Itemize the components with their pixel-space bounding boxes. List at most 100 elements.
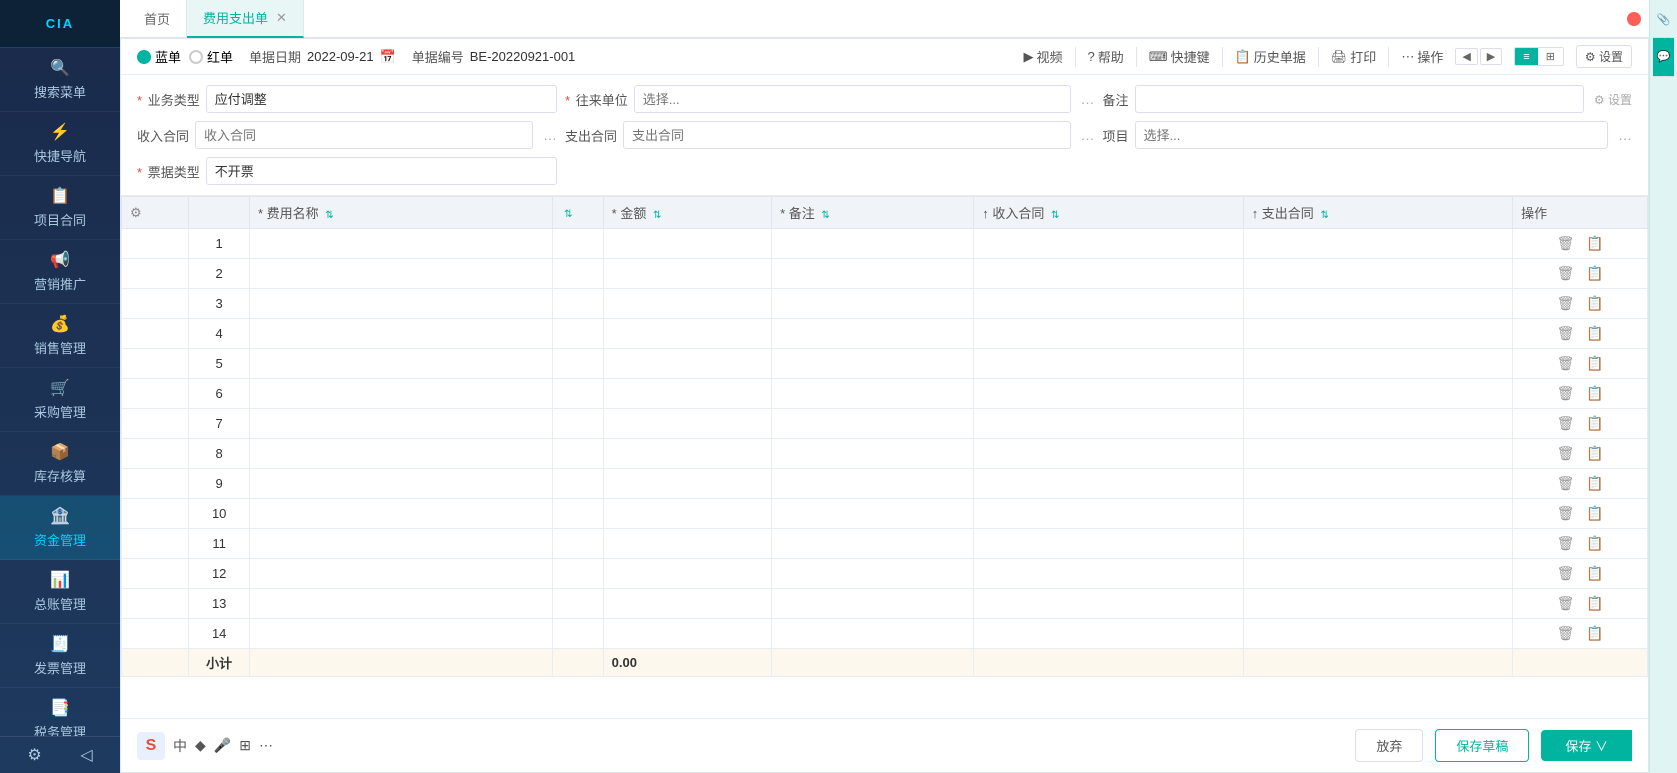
income-contract-more[interactable]: … bbox=[543, 127, 557, 143]
view-grid-button[interactable]: ⊞ bbox=[1538, 48, 1563, 65]
row-amount-cell[interactable] bbox=[603, 319, 771, 349]
row-expense-contract-cell[interactable] bbox=[1243, 379, 1512, 409]
copy-row-button[interactable]: 📋 bbox=[1582, 533, 1607, 554]
copy-row-button[interactable]: 📋 bbox=[1582, 323, 1607, 344]
red-radio[interactable] bbox=[189, 50, 203, 64]
remark-set-icon[interactable]: ⚙ 设置 bbox=[1594, 91, 1632, 108]
delete-row-button[interactable]: 🗑 bbox=[1553, 383, 1579, 404]
view-list-button[interactable]: ≡ bbox=[1515, 48, 1537, 65]
right-panel-attach[interactable]: 📎 bbox=[1653, 0, 1674, 38]
row-note-cell[interactable] bbox=[772, 439, 974, 469]
col-settings-header[interactable]: ⚙ bbox=[122, 197, 189, 229]
row-note-cell[interactable] bbox=[772, 619, 974, 649]
row-note-cell[interactable] bbox=[772, 229, 974, 259]
row-expense-contract-cell[interactable] bbox=[1243, 559, 1512, 589]
shortcut-action[interactable]: ⌨ 快捷键 bbox=[1149, 47, 1210, 66]
row-expense-contract-cell[interactable] bbox=[1243, 289, 1512, 319]
row-amount-cell[interactable] bbox=[603, 229, 771, 259]
help-action[interactable]: ? 帮助 bbox=[1088, 47, 1124, 66]
volume-icon[interactable]: ◁ bbox=[80, 745, 92, 765]
row-expense-contract-cell[interactable] bbox=[1243, 319, 1512, 349]
col-sort-header[interactable]: ⇅ bbox=[553, 197, 604, 229]
income-contract-input[interactable] bbox=[195, 121, 533, 149]
copy-row-button[interactable]: 📋 bbox=[1582, 443, 1607, 464]
expense-contract-input[interactable] bbox=[623, 121, 1070, 149]
row-expense-contract-cell[interactable] bbox=[1243, 229, 1512, 259]
row-expense-name-cell[interactable] bbox=[249, 289, 552, 319]
row-expense-name-cell[interactable] bbox=[249, 439, 552, 469]
row-amount-cell[interactable] bbox=[603, 379, 771, 409]
sidebar-item-accounting[interactable]: 📊 总账管理 bbox=[0, 560, 120, 624]
copy-row-button[interactable]: 📋 bbox=[1582, 293, 1607, 314]
col-amount-header[interactable]: * 金额 ⇅ bbox=[603, 197, 771, 229]
row-income-contract-cell[interactable] bbox=[974, 259, 1243, 289]
row-income-contract-cell[interactable] bbox=[974, 349, 1243, 379]
row-amount-cell[interactable] bbox=[603, 409, 771, 439]
row-note-cell[interactable] bbox=[772, 349, 974, 379]
sort-icon5[interactable]: ⇅ bbox=[1051, 210, 1059, 221]
save-button[interactable]: 保存 ∨ bbox=[1541, 730, 1632, 761]
copy-row-button[interactable]: 📋 bbox=[1582, 353, 1607, 374]
row-income-contract-cell[interactable] bbox=[974, 499, 1243, 529]
row-expense-name-cell[interactable] bbox=[249, 529, 552, 559]
row-expense-name-cell[interactable] bbox=[249, 319, 552, 349]
project-more[interactable]: … bbox=[1618, 127, 1632, 143]
blue-radio[interactable] bbox=[137, 50, 151, 64]
settings-bottom-icon[interactable]: ⚙ bbox=[27, 745, 41, 765]
delete-row-button[interactable]: 🗑 bbox=[1553, 413, 1579, 434]
copy-row-button[interactable]: 📋 bbox=[1582, 563, 1607, 584]
copy-row-button[interactable]: 📋 bbox=[1582, 473, 1607, 494]
blue-bill-option[interactable]: 蓝单 bbox=[137, 47, 181, 66]
row-expense-name-cell[interactable] bbox=[249, 559, 552, 589]
delete-row-button[interactable]: 🗑 bbox=[1553, 473, 1579, 494]
sidebar-item-project[interactable]: 📋 项目合同 bbox=[0, 176, 120, 240]
sidebar-item-search[interactable]: 🔍 搜索菜单 bbox=[0, 48, 120, 112]
sidebar-item-shortcut[interactable]: ⚡ 快捷导航 bbox=[0, 112, 120, 176]
row-income-contract-cell[interactable] bbox=[974, 529, 1243, 559]
delete-row-button[interactable]: 🗑 bbox=[1553, 233, 1579, 254]
delete-row-button[interactable]: 🗑 bbox=[1553, 563, 1579, 584]
row-income-contract-cell[interactable] bbox=[974, 619, 1243, 649]
tab-close-icon[interactable]: ✕ bbox=[276, 10, 287, 26]
delete-row-button[interactable]: 🗑 bbox=[1553, 263, 1579, 284]
row-income-contract-cell[interactable] bbox=[974, 589, 1243, 619]
row-expense-contract-cell[interactable] bbox=[1243, 499, 1512, 529]
row-note-cell[interactable] bbox=[772, 469, 974, 499]
row-amount-cell[interactable] bbox=[603, 559, 771, 589]
sort-icon6[interactable]: ⇅ bbox=[1320, 210, 1328, 221]
row-expense-name-cell[interactable] bbox=[249, 409, 552, 439]
row-expense-name-cell[interactable] bbox=[249, 619, 552, 649]
row-note-cell[interactable] bbox=[772, 499, 974, 529]
sort-icon3[interactable]: ⇅ bbox=[653, 210, 661, 221]
print-action[interactable]: 🖨 打印 bbox=[1331, 47, 1377, 66]
tab-expense[interactable]: 费用支出单 ✕ bbox=[187, 0, 304, 38]
row-amount-cell[interactable] bbox=[603, 619, 771, 649]
sidebar-item-purchase[interactable]: 🛒 采购管理 bbox=[0, 368, 120, 432]
delete-row-button[interactable]: 🗑 bbox=[1553, 623, 1579, 644]
col-expense-name-header[interactable]: * 费用名称 ⇅ bbox=[249, 197, 552, 229]
delete-row-button[interactable]: 🗑 bbox=[1553, 533, 1579, 554]
row-note-cell[interactable] bbox=[772, 319, 974, 349]
row-amount-cell[interactable] bbox=[603, 349, 771, 379]
red-bill-option[interactable]: 红单 bbox=[189, 47, 233, 66]
row-income-contract-cell[interactable] bbox=[974, 379, 1243, 409]
row-expense-contract-cell[interactable] bbox=[1243, 469, 1512, 499]
row-amount-cell[interactable] bbox=[603, 289, 771, 319]
sidebar-item-inventory[interactable]: 📦 库存核算 bbox=[0, 432, 120, 496]
window-close-button[interactable] bbox=[1627, 12, 1641, 26]
row-expense-contract-cell[interactable] bbox=[1243, 529, 1512, 559]
row-amount-cell[interactable] bbox=[603, 439, 771, 469]
invoice-type-select[interactable]: 不开票 bbox=[206, 157, 557, 185]
sort-icon[interactable]: ⇅ bbox=[325, 210, 333, 221]
row-income-contract-cell[interactable] bbox=[974, 409, 1243, 439]
partner-more-icon[interactable]: … bbox=[1081, 91, 1095, 107]
partner-input[interactable] bbox=[634, 85, 1071, 113]
col-note-header[interactable]: * 备注 ⇅ bbox=[772, 197, 974, 229]
row-expense-name-cell[interactable] bbox=[249, 499, 552, 529]
col-expense-contract-header[interactable]: ↑ 支出合同 ⇅ bbox=[1243, 197, 1512, 229]
row-note-cell[interactable] bbox=[772, 259, 974, 289]
sort-icon2[interactable]: ⇅ bbox=[564, 209, 572, 220]
row-expense-contract-cell[interactable] bbox=[1243, 619, 1512, 649]
row-note-cell[interactable] bbox=[772, 409, 974, 439]
row-amount-cell[interactable] bbox=[603, 589, 771, 619]
